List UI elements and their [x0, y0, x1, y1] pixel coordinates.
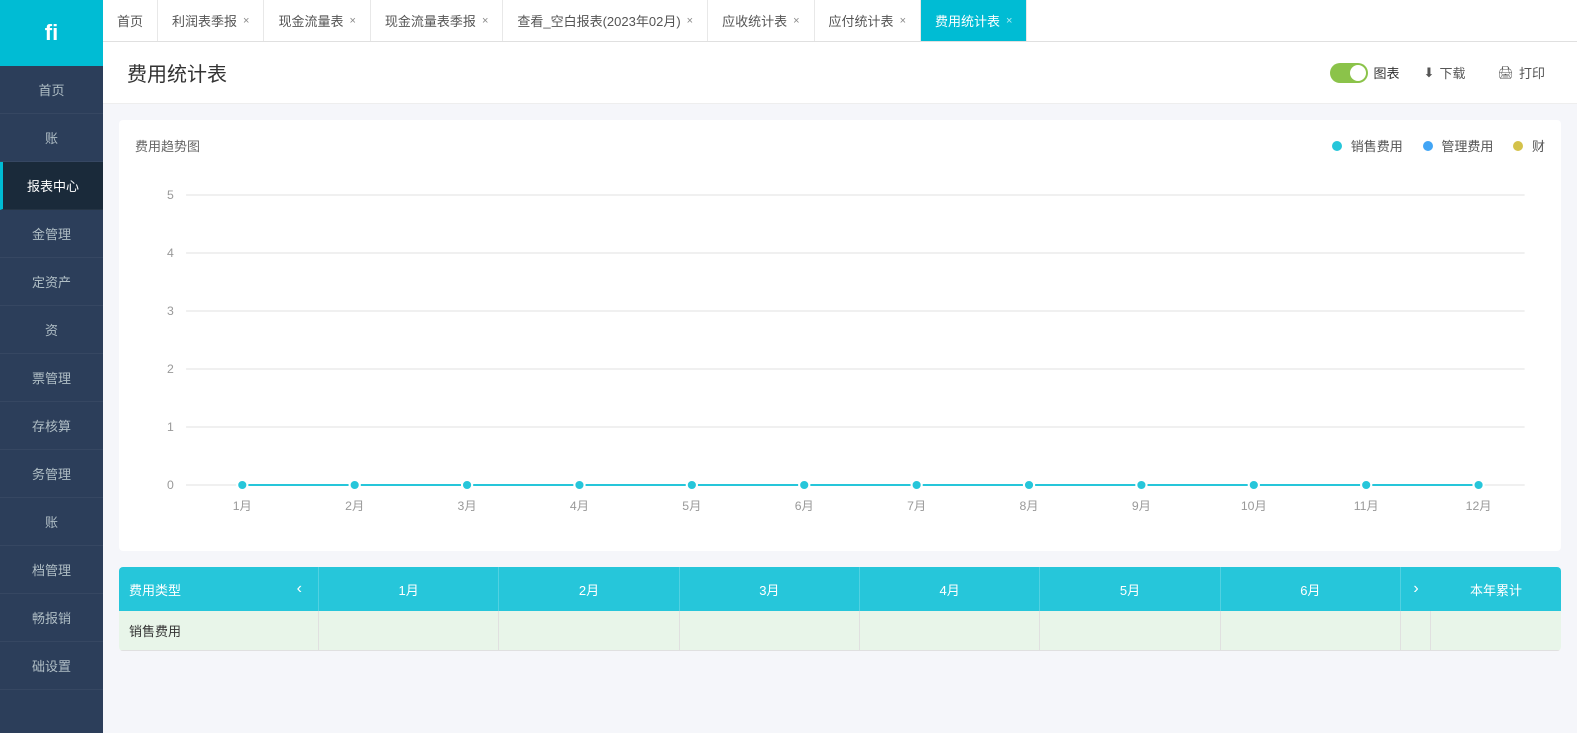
chart-toggle[interactable]: 图表: [1330, 63, 1400, 83]
svg-text:6月: 6月: [795, 499, 814, 513]
legend-sales: 销售费用: [1332, 136, 1403, 155]
data-col-total: [1431, 611, 1561, 650]
tab-blank-report[interactable]: 查看_空白报表(2023年02月) ×: [503, 0, 708, 42]
download-icon: ⬇: [1424, 65, 1435, 81]
sidebar-item-settings[interactable]: 础设置: [0, 642, 103, 690]
tab-receivable[interactable]: 应收统计表 ×: [708, 0, 814, 42]
col-header-month-1: 1月: [319, 567, 499, 611]
tab-bar: 首页 利润表季报 × 现金流量表 × 现金流量表季报 × 查看_空白报表(202…: [103, 0, 1577, 42]
col-header-type: 费用类型 ‹: [119, 567, 319, 611]
close-tab-cashflow[interactable]: ×: [349, 15, 355, 27]
legend-dot-finance: [1513, 141, 1523, 151]
print-label: 打印: [1519, 63, 1545, 82]
svg-text:12月: 12月: [1466, 499, 1492, 513]
svg-text:3月: 3月: [458, 499, 477, 513]
col-header-total: 本年累计: [1431, 567, 1561, 611]
close-tab-cashflow-quarterly[interactable]: ×: [482, 15, 488, 27]
toggle-thumb: [1350, 65, 1366, 81]
sidebar-item-report-center[interactable]: 报表中心: [0, 162, 103, 210]
svg-text:8月: 8月: [1019, 499, 1038, 513]
sidebar-item-expense[interactable]: 畅报销: [0, 594, 103, 642]
download-button[interactable]: ⬇ 下载: [1416, 59, 1474, 86]
svg-text:2: 2: [167, 362, 174, 376]
tab-home[interactable]: 首页: [103, 0, 158, 42]
data-col-m3: [680, 611, 860, 650]
chart-legend: 销售费用 管理费用 财: [1332, 136, 1545, 155]
svg-text:10月: 10月: [1241, 499, 1267, 513]
data-col-m5: [1040, 611, 1220, 650]
close-tab-receivable[interactable]: ×: [793, 15, 799, 27]
chart-title: 费用趋势图: [135, 136, 200, 155]
svg-text:5: 5: [167, 188, 174, 202]
table-header-row: 费用类型 ‹ 1月 2月 3月 4月 5月: [119, 567, 1561, 611]
col-header-month-6: 6月: [1221, 567, 1401, 611]
sidebar-item-fixed-assets[interactable]: 定资产: [0, 258, 103, 306]
close-tab-profit-quarterly[interactable]: ×: [243, 15, 249, 27]
chart-container: 5 4 3 2 1 0: [135, 165, 1545, 535]
col-header-nav-right[interactable]: ›: [1401, 567, 1431, 611]
data-col-m4: [860, 611, 1040, 650]
toggle-track[interactable]: [1330, 63, 1368, 83]
page-title: 费用统计表: [127, 58, 227, 87]
download-label: 下载: [1439, 63, 1465, 82]
sidebar-item-finance[interactable]: 金管理: [0, 210, 103, 258]
close-tab-payable[interactable]: ×: [900, 15, 906, 27]
sidebar-item-archive[interactable]: 档管理: [0, 546, 103, 594]
table-nav-left[interactable]: ‹: [291, 580, 308, 598]
chart-header: 费用趋势图 销售费用 管理费用 财: [135, 136, 1545, 155]
sidebar-item-invoice[interactable]: 票管理: [0, 354, 103, 402]
svg-text:0: 0: [167, 478, 174, 492]
tab-cashflow-quarterly[interactable]: 现金流量表季报 ×: [371, 0, 503, 42]
col-header-month-4: 4月: [860, 567, 1040, 611]
data-col-m6: [1221, 611, 1401, 650]
chart-section: 费用趋势图 销售费用 管理费用 财: [119, 120, 1561, 551]
page-header: 费用统计表 图表 ⬇ 下载 🖨 打印: [103, 42, 1577, 104]
legend-dot-sales: [1332, 141, 1342, 151]
close-tab-expense-stats[interactable]: ×: [1006, 15, 1012, 27]
svg-text:4: 4: [167, 246, 174, 260]
table-nav-right[interactable]: ›: [1407, 580, 1424, 598]
print-button[interactable]: 🖨 打印: [1489, 59, 1553, 86]
tab-expense-stats[interactable]: 费用统计表 ×: [921, 0, 1027, 42]
svg-text:2月: 2月: [345, 499, 364, 513]
data-col-type: 销售费用: [119, 611, 319, 650]
page-content: 费用统计表 图表 ⬇ 下载 🖨 打印: [103, 42, 1577, 733]
tab-profit-quarterly[interactable]: 利润表季报 ×: [158, 0, 264, 42]
data-col-nav: [1401, 611, 1431, 650]
sidebar-item-investment[interactable]: 资: [0, 306, 103, 354]
sidebar-item-service[interactable]: 务管理: [0, 450, 103, 498]
chart-svg: 5 4 3 2 1 0: [135, 165, 1545, 525]
legend-management: 管理费用: [1423, 136, 1494, 155]
tab-cashflow[interactable]: 现金流量表 ×: [264, 0, 370, 42]
print-icon: 🖨: [1497, 65, 1514, 81]
table-section: 费用类型 ‹ 1月 2月 3月 4月 5月: [119, 567, 1561, 651]
svg-text:1月: 1月: [233, 499, 252, 513]
col-header-month-5: 5月: [1040, 567, 1220, 611]
svg-text:5月: 5月: [682, 499, 701, 513]
sidebar-item-ledger[interactable]: 账: [0, 498, 103, 546]
sidebar-item-account[interactable]: 账: [0, 114, 103, 162]
svg-text:3: 3: [167, 304, 174, 318]
col-header-month-3: 3月: [680, 567, 860, 611]
main-content: 首页 利润表季报 × 现金流量表 × 现金流量表季报 × 查看_空白报表(202…: [103, 0, 1577, 733]
col-header-month-2: 2月: [499, 567, 679, 611]
legend-dot-management: [1423, 141, 1433, 151]
svg-text:9月: 9月: [1132, 499, 1151, 513]
sidebar: fi 首页 账 报表中心 金管理 定资产 资 票管理 存核算 务管理 账 档管理…: [0, 0, 103, 733]
data-col-m2: [499, 611, 679, 650]
svg-text:4月: 4月: [570, 499, 589, 513]
sidebar-logo: fi: [0, 0, 103, 66]
svg-text:7月: 7月: [907, 499, 926, 513]
sidebar-item-home[interactable]: 首页: [0, 66, 103, 114]
data-col-m1: [319, 611, 499, 650]
sidebar-item-inventory[interactable]: 存核算: [0, 402, 103, 450]
tab-payable[interactable]: 应付统计表 ×: [815, 0, 921, 42]
header-actions: 图表 ⬇ 下载 🖨 打印: [1330, 59, 1553, 86]
close-tab-blank-report[interactable]: ×: [687, 15, 693, 27]
legend-finance: 财: [1513, 136, 1545, 155]
toggle-label: 图表: [1374, 63, 1400, 82]
svg-text:11月: 11月: [1354, 499, 1379, 513]
svg-text:1: 1: [167, 420, 174, 434]
table-row: 销售费用: [119, 611, 1561, 651]
